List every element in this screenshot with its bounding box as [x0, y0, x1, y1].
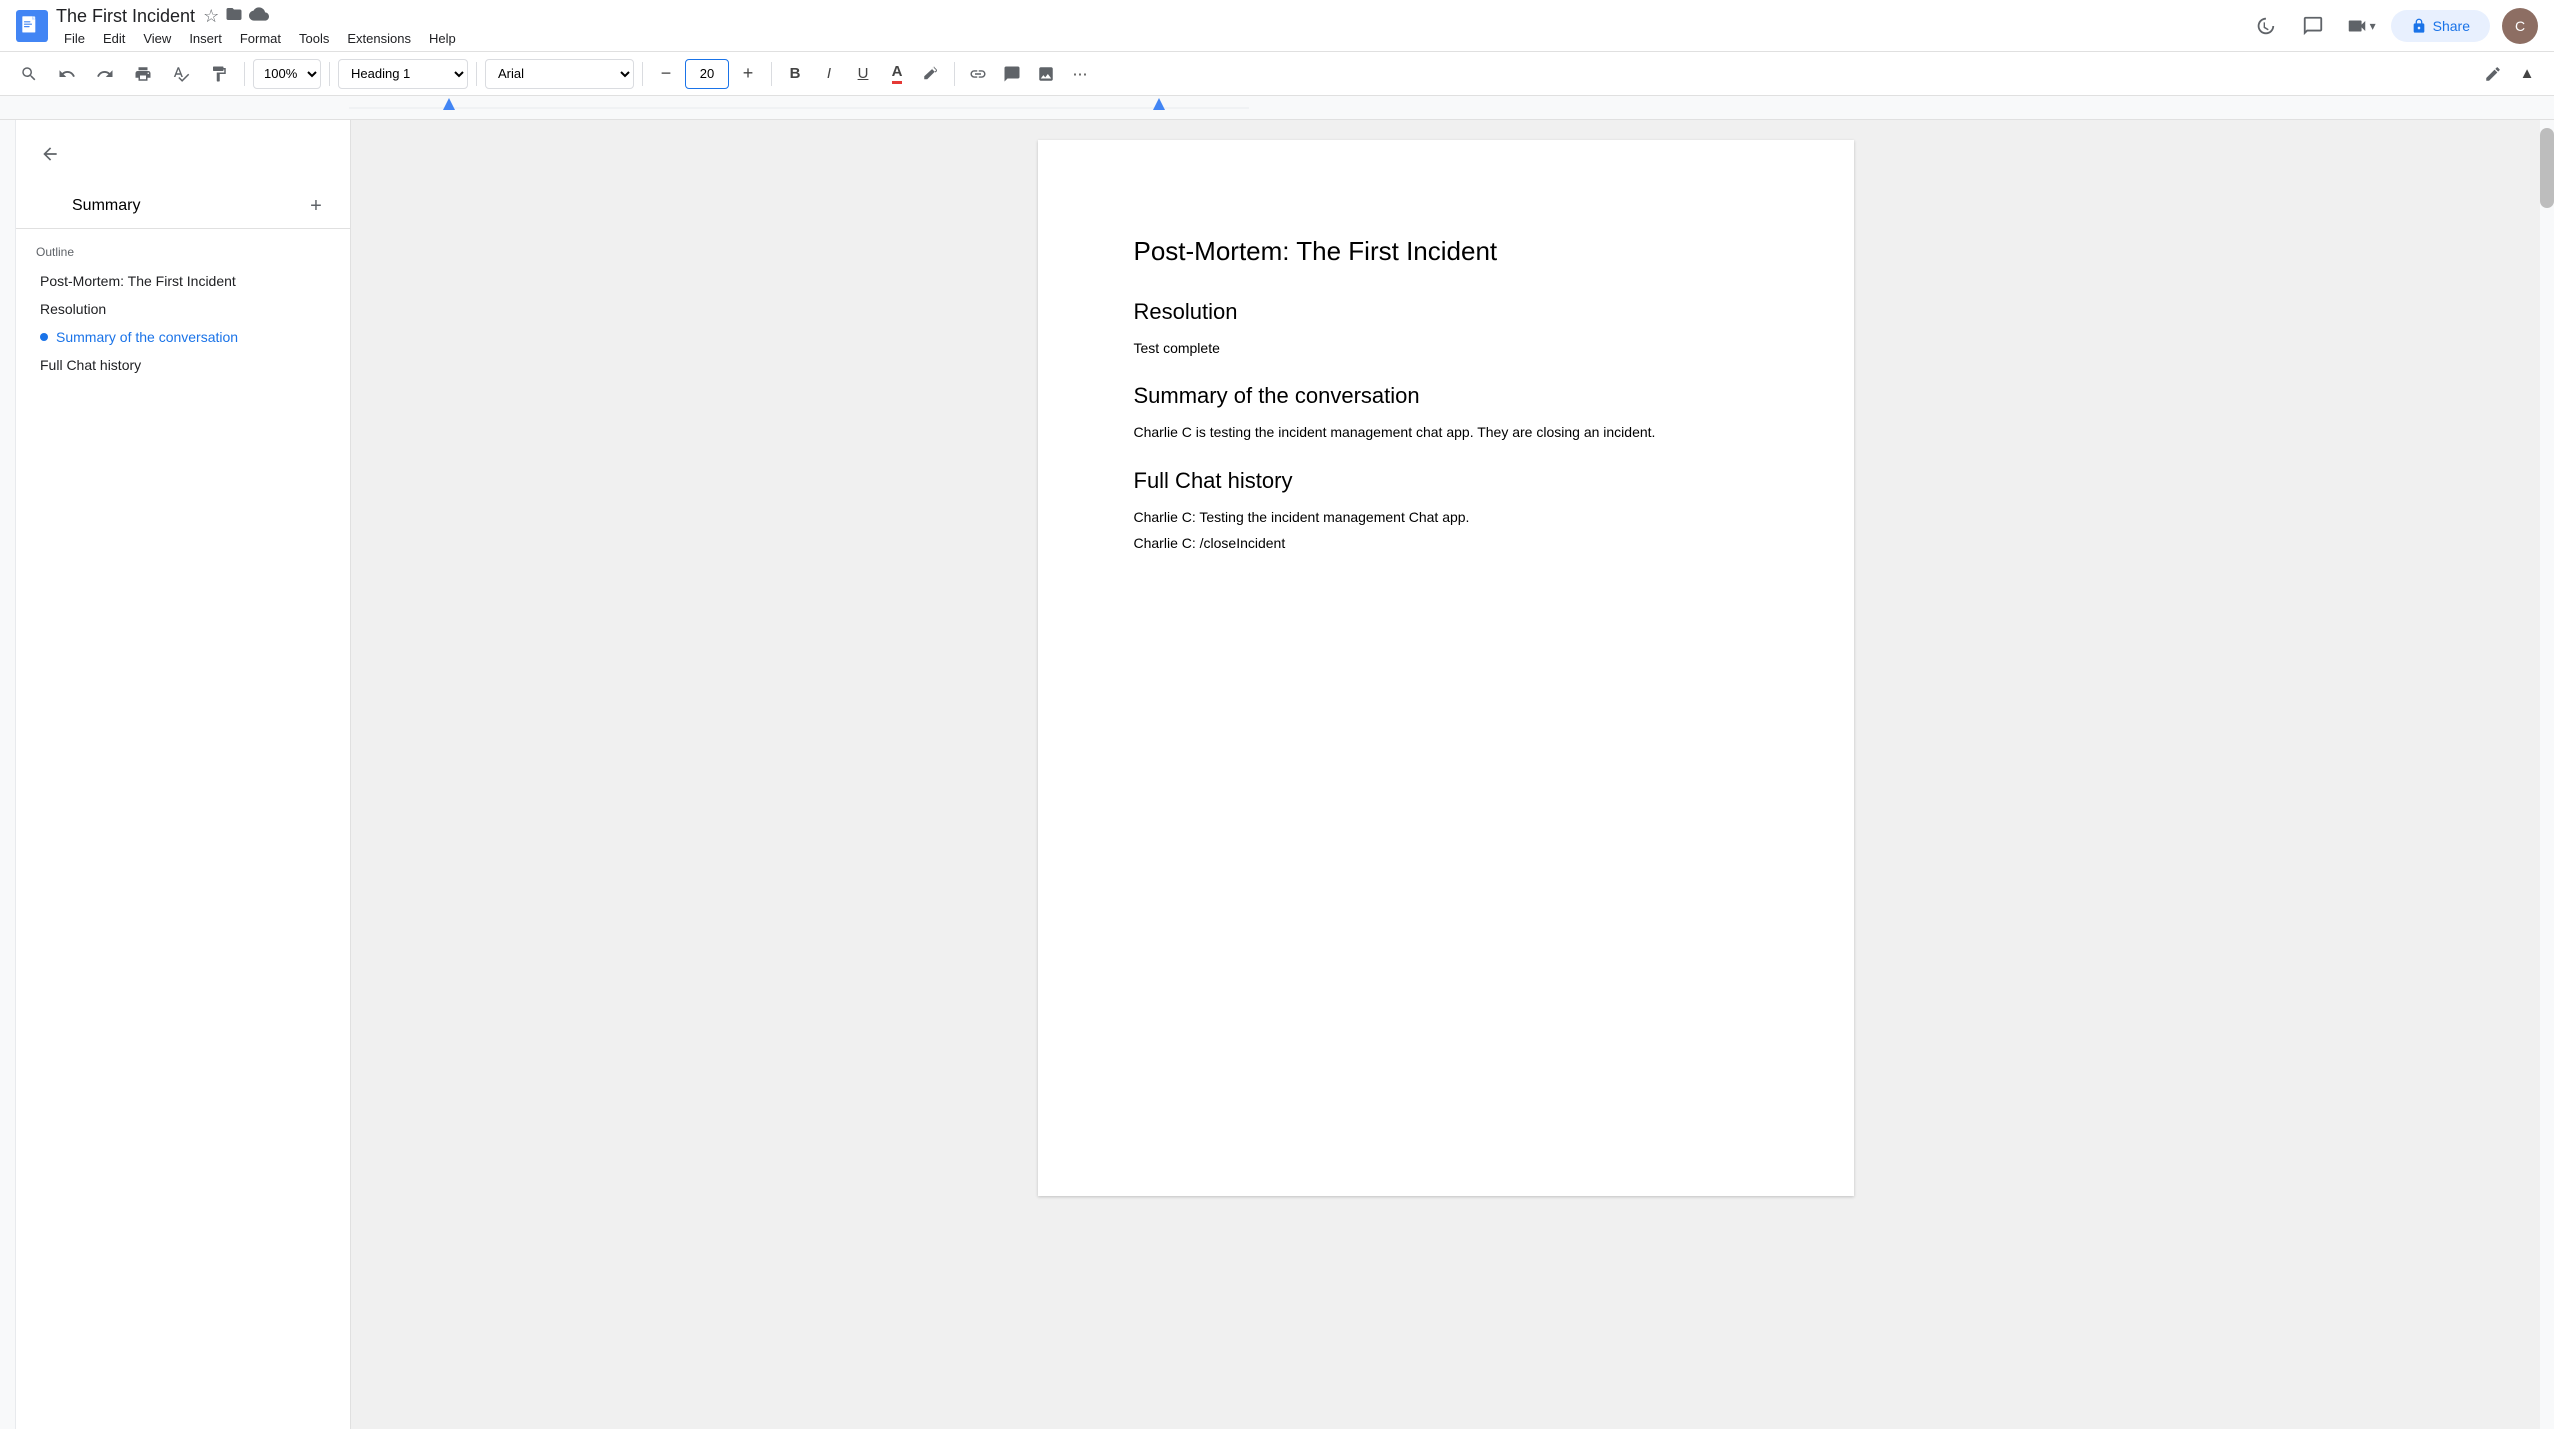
increase-font-button[interactable]: +: [733, 59, 763, 89]
more-options-button[interactable]: ⋯: [1065, 59, 1095, 89]
image-button[interactable]: [1031, 59, 1061, 89]
menu-file[interactable]: File: [56, 29, 93, 48]
title-bar-right: ▾ Share C: [2247, 8, 2538, 44]
font-select[interactable]: Arial Times New Roman Courier New: [485, 59, 634, 89]
font-size-input[interactable]: [685, 59, 729, 89]
paint-format-button[interactable]: [202, 58, 236, 90]
user-avatar[interactable]: C: [2502, 8, 2538, 44]
undo-button[interactable]: [50, 58, 84, 90]
share-button[interactable]: Share: [2391, 10, 2490, 42]
document-sidebar: Summary + Outline Post-Mortem: The First…: [16, 120, 351, 1429]
summary-heading: Summary of the conversation: [1134, 383, 1758, 409]
print-button[interactable]: [126, 58, 160, 90]
divider-6: [954, 62, 955, 86]
document-area[interactable]: Post-Mortem: The First Incident Resoluti…: [351, 120, 2540, 1429]
left-margin: [0, 120, 16, 1429]
resolution-body: Test complete: [1134, 337, 1758, 359]
resolution-heading: Resolution: [1134, 299, 1758, 325]
edit-mode-button[interactable]: [2478, 59, 2508, 89]
share-label: Share: [2433, 18, 2470, 34]
italic-button[interactable]: I: [814, 59, 844, 89]
outline-section: Outline Post-Mortem: The First Incident …: [16, 245, 350, 379]
divider-4: [642, 62, 643, 86]
highlight-button[interactable]: [916, 59, 946, 89]
outline-label: Outline: [32, 245, 334, 259]
right-scrollbar[interactable]: [2540, 120, 2554, 1429]
outline-item-resolution[interactable]: Resolution: [32, 295, 334, 323]
decrease-font-button[interactable]: −: [651, 59, 681, 89]
text-color-button[interactable]: A: [882, 59, 912, 89]
doc-icon: [16, 10, 48, 42]
star-icon[interactable]: ☆: [203, 6, 219, 27]
menu-insert[interactable]: Insert: [181, 29, 230, 48]
cloud-icon[interactable]: [249, 4, 269, 29]
divider-1: [244, 62, 245, 86]
outline-item-summary[interactable]: Summary of the conversation: [32, 323, 334, 351]
menu-bar: File Edit View Insert Format Tools Exten…: [56, 29, 2239, 48]
title-bar: The First Incident ☆ File Edit View Inse…: [0, 0, 2554, 52]
history-button[interactable]: [2247, 8, 2283, 44]
outline-item-label: Full Chat history: [40, 357, 141, 373]
collapse-toolbar-button[interactable]: ▲: [2512, 59, 2542, 89]
back-button[interactable]: [32, 136, 68, 172]
menu-format[interactable]: Format: [232, 29, 289, 48]
outline-item-label: Post-Mortem: The First Incident: [40, 273, 236, 289]
title-section: The First Incident ☆ File Edit View Inse…: [56, 4, 2239, 48]
divider-3: [476, 62, 477, 86]
ruler: [0, 96, 2554, 120]
summary-label: Summary: [72, 197, 140, 215]
search-button[interactable]: [12, 58, 46, 90]
add-summary-button[interactable]: +: [302, 192, 330, 220]
underline-button[interactable]: U: [848, 59, 878, 89]
menu-edit[interactable]: Edit: [95, 29, 133, 48]
zoom-select[interactable]: 100% 75% 125% 150%: [253, 59, 321, 89]
comments-button[interactable]: [2295, 8, 2331, 44]
bold-button[interactable]: B: [780, 59, 810, 89]
comment-button[interactable]: [997, 59, 1027, 89]
menu-extensions[interactable]: Extensions: [339, 29, 419, 48]
menu-help[interactable]: Help: [421, 29, 464, 48]
link-button[interactable]: [963, 59, 993, 89]
chat-line-2: Charlie C: /closeIncident: [1134, 532, 1758, 554]
text-style-select[interactable]: Heading 1 Normal text Heading 2 Heading …: [338, 59, 468, 89]
chat-history-heading: Full Chat history: [1134, 468, 1758, 494]
outline-item-title[interactable]: Post-Mortem: The First Incident: [32, 267, 334, 295]
outline-item-chat[interactable]: Full Chat history: [32, 351, 334, 379]
main-area: Summary + Outline Post-Mortem: The First…: [0, 120, 2554, 1429]
divider-5: [771, 62, 772, 86]
summary-section: Summary +: [16, 184, 350, 229]
formatting-toolbar: 100% 75% 125% 150% Heading 1 Normal text…: [0, 52, 2554, 96]
folder-icon[interactable]: [225, 5, 243, 28]
outline-item-label: Summary of the conversation: [56, 329, 238, 345]
outline-item-label: Resolution: [40, 301, 106, 317]
divider-2: [329, 62, 330, 86]
title-icons: ☆: [203, 4, 269, 29]
spellcheck-button[interactable]: [164, 58, 198, 90]
menu-view[interactable]: View: [135, 29, 179, 48]
document-title-heading: Post-Mortem: The First Incident: [1134, 236, 1758, 267]
document-title[interactable]: The First Incident: [56, 6, 195, 27]
redo-button[interactable]: [88, 58, 122, 90]
active-indicator: [40, 333, 48, 341]
summary-body: Charlie C is testing the incident manage…: [1134, 421, 1758, 443]
video-call-button[interactable]: ▾: [2343, 8, 2379, 44]
document-page: Post-Mortem: The First Incident Resoluti…: [1038, 140, 1854, 1196]
menu-tools[interactable]: Tools: [291, 29, 337, 48]
sidebar-top: [16, 136, 350, 184]
chat-line-1: Charlie C: Testing the incident manageme…: [1134, 506, 1758, 528]
doc-title-row: The First Incident ☆: [56, 4, 2239, 29]
